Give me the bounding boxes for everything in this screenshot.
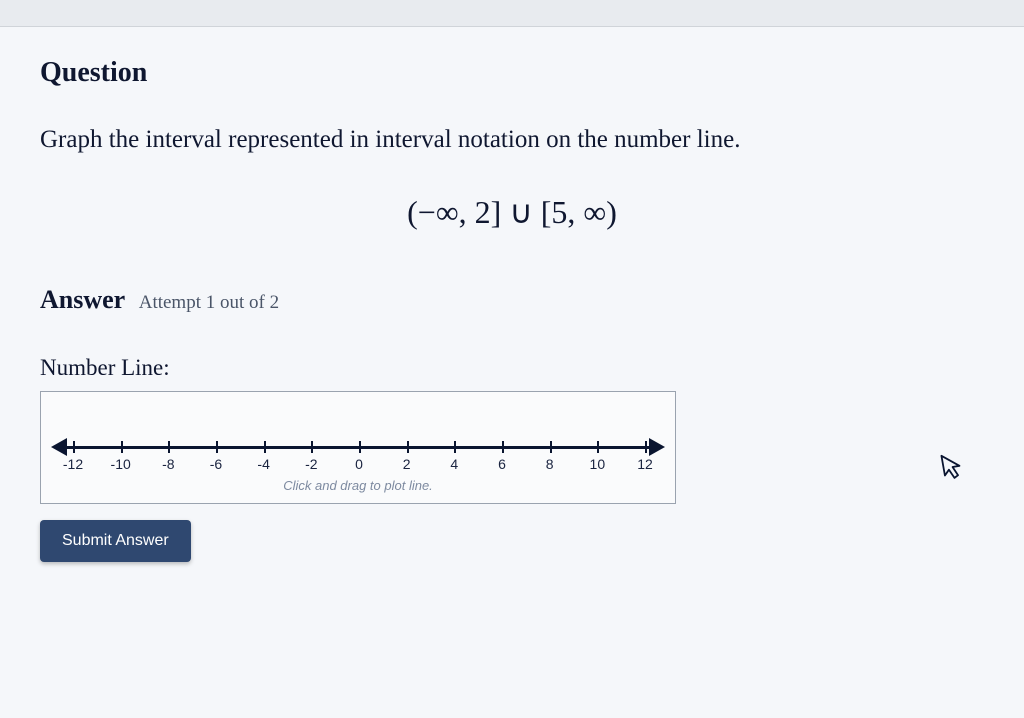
tick-label: 0 bbox=[355, 456, 363, 472]
question-content: Question Graph the interval represented … bbox=[0, 27, 1024, 562]
tick-mark bbox=[454, 441, 456, 453]
tick-mark bbox=[359, 441, 361, 453]
arrow-right-icon bbox=[649, 438, 665, 456]
number-line-axis[interactable]: -12 -10 -8 -6 -4 -2 0 2 4 6 8 10 12 bbox=[55, 436, 661, 470]
tick-label: 2 bbox=[403, 456, 411, 472]
tick-mark bbox=[550, 441, 552, 453]
tick-label: -10 bbox=[111, 456, 131, 472]
question-prompt: Graph the interval represented in interv… bbox=[40, 123, 984, 157]
number-line-label: Number Line: bbox=[40, 355, 984, 381]
tick-label: 8 bbox=[546, 456, 554, 472]
tick-label: 4 bbox=[450, 456, 458, 472]
answer-row: Answer Attempt 1 out of 2 bbox=[40, 285, 984, 315]
tick-mark bbox=[216, 441, 218, 453]
question-heading: Question bbox=[40, 57, 984, 89]
tick-label: -2 bbox=[305, 456, 317, 472]
interval-expression: (−∞, 2] ∪ [5, ∞) bbox=[40, 193, 984, 231]
tick-label: -6 bbox=[210, 456, 222, 472]
tick-mark bbox=[502, 441, 504, 453]
tick-mark bbox=[73, 441, 75, 453]
attempt-counter: Attempt 1 out of 2 bbox=[139, 292, 279, 313]
tick-mark bbox=[168, 441, 170, 453]
tick-mark bbox=[407, 441, 409, 453]
tick-label: 6 bbox=[498, 456, 506, 472]
tick-label: -4 bbox=[257, 456, 269, 472]
answer-label: Answer bbox=[40, 285, 125, 314]
tick-mark bbox=[597, 441, 599, 453]
tick-mark bbox=[645, 441, 647, 453]
number-line-hint: Click and drag to plot line. bbox=[55, 478, 661, 497]
axis-line[interactable] bbox=[61, 446, 655, 449]
number-line-box[interactable]: -12 -10 -8 -6 -4 -2 0 2 4 6 8 10 12 Click and drag t… bbox=[40, 391, 676, 504]
submit-answer-button[interactable]: Submit Answer bbox=[40, 520, 191, 562]
tick-label: 12 bbox=[637, 456, 653, 472]
tick-label: -8 bbox=[162, 456, 174, 472]
tick-mark bbox=[121, 441, 123, 453]
tick-mark bbox=[264, 441, 266, 453]
tick-label: 10 bbox=[590, 456, 606, 472]
tick-mark bbox=[311, 441, 313, 453]
tick-label: -12 bbox=[63, 456, 83, 472]
top-bar bbox=[0, 0, 1024, 27]
